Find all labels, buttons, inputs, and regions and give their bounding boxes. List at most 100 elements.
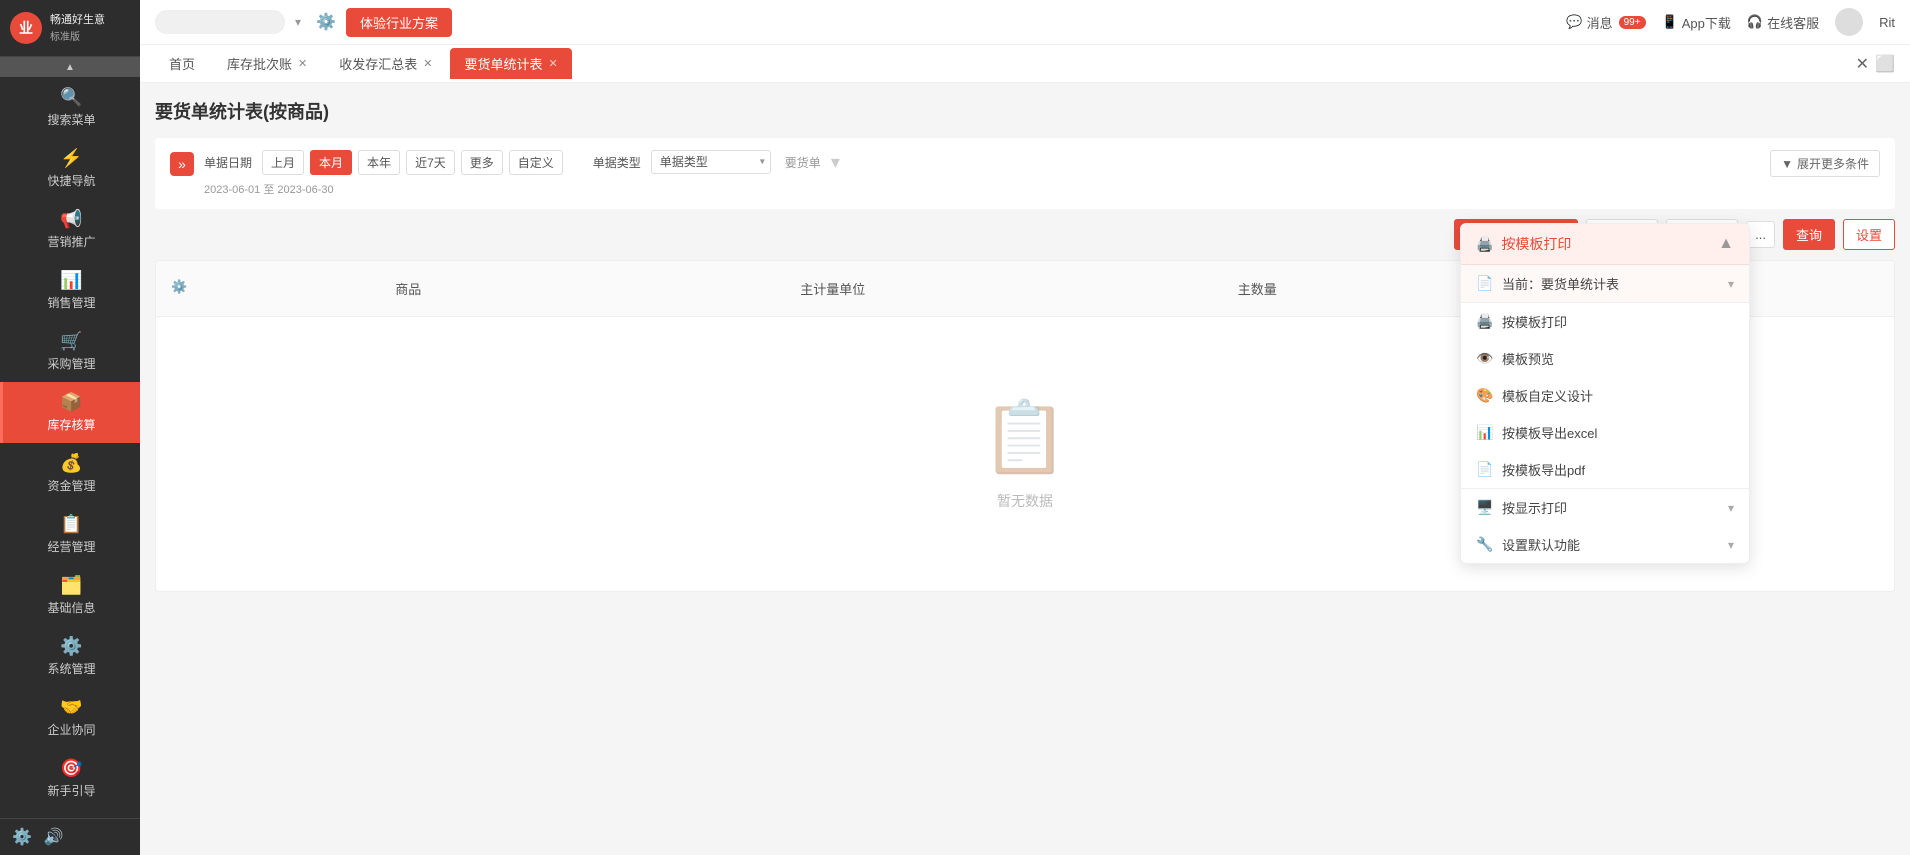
sidebar-nav: ▲ 🔍 搜索菜单 ⚡ 快捷导航 📢 营销推广 📊 销售管理 🛒 采购管理 📦 库…: [0, 57, 140, 818]
enterprise-icon: 🤝: [60, 697, 82, 718]
th-settings[interactable]: ⚙️: [156, 271, 196, 306]
topbar-messages[interactable]: 💬 消息 99+: [1566, 13, 1645, 32]
template-print-icon: 🖨️: [1476, 313, 1494, 330]
tab-expand-controls: ✕ ⬜: [1856, 54, 1895, 74]
sidebar-item-label: 基础信息: [47, 599, 95, 616]
display-print-icon: 🖥️: [1476, 499, 1494, 516]
sidebar-item-label: 采购管理: [47, 355, 95, 372]
page-title: 要货单统计表(按商品): [155, 98, 1895, 124]
type-select-wrap: 单据类型 要货单: [651, 150, 771, 174]
default-func-icon: 🔧: [1476, 536, 1494, 553]
date-filter-label: 单据日期: [204, 154, 252, 171]
dropdown-template-print[interactable]: 🖨️ 按模板打印: [1461, 303, 1749, 340]
expand-conditions-button[interactable]: ▼ 展开更多条件: [1770, 150, 1880, 177]
sidebar-item-label: 搜索菜单: [47, 111, 95, 128]
query-label: 查询: [1796, 225, 1822, 244]
basic-icon: 🗂️: [60, 575, 82, 596]
tab-collection-close-icon[interactable]: ✕: [423, 57, 432, 70]
tab-demand[interactable]: 要货单统计表 ✕: [450, 48, 571, 79]
topbar: ▾ ⚙️ 体验行业方案 💬 消息 99+ 📱 App下载 🎧 在线客服 Rit: [140, 0, 1910, 45]
empty-illustration: 📋: [981, 397, 1068, 479]
sidebar-scroll-up[interactable]: ▲: [0, 57, 140, 77]
expand-label: 展开更多条件: [1797, 155, 1869, 172]
dropdown-template-preview[interactable]: 👁️ 模板预览: [1461, 340, 1749, 377]
sidebar-item-finance[interactable]: 💰 资金管理: [0, 443, 140, 504]
dropdown-display-print[interactable]: 🖥️ 按显示打印 ▾: [1461, 489, 1749, 526]
expand-conditions-wrap: ▼ 展开更多条件: [1770, 150, 1880, 177]
current-template-chevron-icon: ▾: [1728, 277, 1734, 291]
query-button[interactable]: 查询: [1783, 219, 1835, 250]
template-pdf-label: 按模板导出pdf: [1502, 460, 1585, 479]
inventory-icon: 📦: [60, 392, 82, 413]
dropdown-template-excel[interactable]: 📊 按模板导出excel: [1461, 414, 1749, 451]
sidebar-item-label: 营销推广: [47, 233, 95, 250]
tab-close-all-icon[interactable]: ✕: [1856, 54, 1869, 74]
trial-button[interactable]: 体验行业方案: [346, 8, 452, 37]
marketing-icon: 📢: [60, 209, 82, 230]
sidebar-item-purchase[interactable]: 🛒 采购管理: [0, 321, 140, 382]
dropdown-chevron-up-icon[interactable]: ▲: [1718, 235, 1734, 253]
settings-button[interactable]: 设置: [1843, 219, 1895, 250]
tab-batch[interactable]: 库存批次账 ✕: [213, 48, 321, 79]
dropdown-template-pdf[interactable]: 📄 按模板导出pdf: [1461, 451, 1749, 488]
topbar-right: 💬 消息 99+ 📱 App下载 🎧 在线客服 Rit: [1566, 8, 1895, 36]
empty-text: 暂无数据: [997, 491, 1053, 511]
display-print-label: 按显示打印: [1502, 498, 1567, 517]
volume-icon[interactable]: 🔊: [44, 827, 64, 847]
tab-maximize-icon[interactable]: ⬜: [1875, 54, 1895, 74]
date-filter-group: 单据日期 上月 本月 本年 近7天 更多 自定义 2023-06-01 至 20…: [204, 150, 563, 197]
sidebar-item-inventory[interactable]: 📦 库存核算: [0, 382, 140, 443]
default-func-chevron-icon: ▾: [1728, 538, 1734, 552]
sidebar-item-marketing[interactable]: 📢 营销推广: [0, 199, 140, 260]
sidebar-item-sales[interactable]: 📊 销售管理: [0, 260, 140, 321]
sidebar-logo: 业 畅通好生意 标准版: [0, 0, 140, 57]
topbar-search-input[interactable]: [155, 10, 285, 34]
th-product: 商品: [196, 271, 621, 306]
sidebar-item-system[interactable]: ⚙️ 系统管理: [0, 626, 140, 687]
more-button[interactable]: ...: [1746, 221, 1775, 248]
tab-collection[interactable]: 收发存汇总表 ✕: [325, 48, 446, 79]
tab-demand-close-icon[interactable]: ✕: [549, 57, 558, 70]
logo-badge: 标准版: [50, 28, 105, 43]
tab-batch-close-icon[interactable]: ✕: [298, 57, 307, 70]
operation-icon: 📋: [60, 514, 82, 535]
sidebar-item-guide[interactable]: 🎯 新手引导: [0, 748, 140, 809]
dropdown-default-func[interactable]: 🔧 设置默认功能 ▾: [1461, 526, 1749, 563]
date-btn-more[interactable]: 更多: [461, 150, 503, 175]
date-btn-custom[interactable]: 自定义: [509, 150, 563, 175]
page-content: 要货单统计表(按商品) » 单据日期 上月 本月 本年 近7天 更多 自定义 2…: [140, 83, 1910, 855]
th-unit: 主计量单位: [621, 271, 1046, 306]
date-btn-7days[interactable]: 近7天: [406, 150, 455, 175]
user-avatar[interactable]: [1835, 8, 1863, 36]
tab-home-label: 首页: [169, 54, 195, 73]
type-select[interactable]: 单据类型 要货单: [651, 150, 771, 174]
topbar-chevron-icon[interactable]: ▾: [295, 15, 301, 29]
type-filter-label: 单据类型: [593, 154, 641, 171]
th-quantity: 主数量: [1045, 271, 1470, 306]
topbar-gear-icon[interactable]: ⚙️: [316, 12, 336, 32]
filter-expand-button[interactable]: »: [170, 152, 194, 176]
sidebar-item-search[interactable]: 🔍 搜索菜单: [0, 77, 140, 138]
sidebar-item-shortcut[interactable]: ⚡ 快捷导航: [0, 138, 140, 199]
date-btn-this-year[interactable]: 本年: [358, 150, 400, 175]
template-preview-label: 模板预览: [1502, 349, 1554, 368]
tab-demand-label: 要货单统计表: [464, 54, 542, 73]
sidebar-item-operation[interactable]: 📋 经营管理: [0, 504, 140, 565]
dropdown-current-template[interactable]: 📄 当前：要货单统计表 ▾: [1461, 265, 1749, 302]
date-btn-last-month[interactable]: 上月: [262, 150, 304, 175]
sidebar-item-apps[interactable]: 🔲 应用中心: [0, 809, 140, 818]
dropdown-template-design[interactable]: 🎨 模板自定义设计: [1461, 377, 1749, 414]
sidebar-item-enterprise[interactable]: 🤝 企业协同: [0, 687, 140, 748]
settings-gear-icon[interactable]: ⚙️: [12, 827, 32, 847]
topbar-online-service[interactable]: 🎧 在线客服: [1747, 13, 1819, 32]
sidebar-item-basic[interactable]: 🗂️ 基础信息: [0, 565, 140, 626]
topbar-app-download[interactable]: 📱 App下载: [1662, 13, 1731, 32]
tab-bar: 首页 库存批次账 ✕ 收发存汇总表 ✕ 要货单统计表 ✕ ✕ ⬜: [140, 45, 1910, 83]
message-icon: 💬: [1566, 14, 1582, 30]
type-filter-group: 单据类型 单据类型 要货单 要货单 ▾: [593, 150, 840, 174]
sidebar-bottom: ⚙️ 🔊: [0, 818, 140, 855]
purchase-icon: 🛒: [60, 331, 82, 352]
date-btn-this-month[interactable]: 本月: [310, 150, 352, 175]
tab-home[interactable]: 首页: [155, 48, 209, 79]
current-template-label: 当前：要货单统计表: [1502, 274, 1619, 293]
